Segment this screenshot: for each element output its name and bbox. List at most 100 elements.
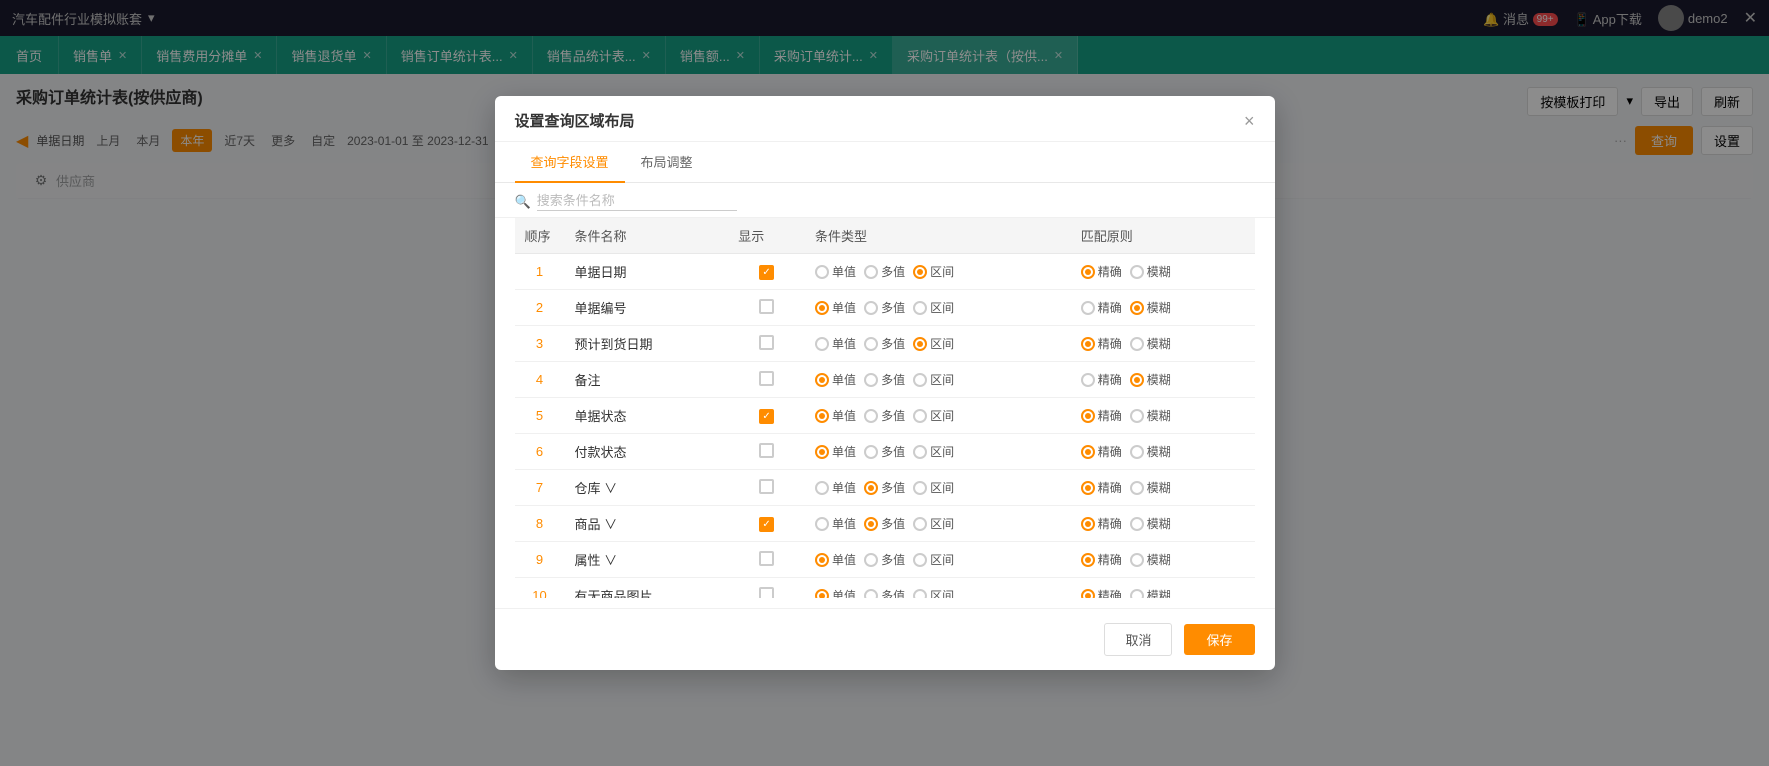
radio-circle xyxy=(864,265,878,279)
match-radio-模糊[interactable]: 模糊 xyxy=(1130,263,1171,280)
display-checkbox[interactable] xyxy=(759,443,774,458)
table-row: 2单据编号单值多值区间精确模糊 xyxy=(515,290,1255,326)
radio-label: 多值 xyxy=(881,515,905,532)
save-btn[interactable]: 保存 xyxy=(1184,624,1254,655)
match-radio-模糊[interactable]: 模糊 xyxy=(1130,407,1171,424)
radio-label: 模糊 xyxy=(1147,551,1171,568)
row-display xyxy=(728,362,805,398)
match-radio-模糊[interactable]: 模糊 xyxy=(1130,515,1171,532)
type-radio-多值[interactable]: 多值 xyxy=(864,587,905,598)
type-radio-多值[interactable]: 多值 xyxy=(864,443,905,460)
type-radio-多值[interactable]: 多值 xyxy=(864,407,905,424)
radio-label: 多值 xyxy=(881,551,905,568)
match-radio-模糊[interactable]: 模糊 xyxy=(1130,443,1171,460)
radio-label: 多值 xyxy=(881,443,905,460)
type-radio-单值[interactable]: 单值 xyxy=(815,371,856,388)
dialog-body: 顺序条件名称显示条件类型匹配原则 1单据日期✓单值多值区间精确模糊2单据编号单值… xyxy=(495,218,1275,608)
match-radio-精确[interactable]: 精确 xyxy=(1081,371,1122,388)
type-radio-单值[interactable]: 单值 xyxy=(815,335,856,352)
type-radio-区间[interactable]: 区间 xyxy=(913,515,954,532)
match-radio-精确[interactable]: 精确 xyxy=(1081,443,1122,460)
display-checkbox[interactable] xyxy=(759,587,774,599)
radio-label: 精确 xyxy=(1098,299,1122,316)
type-radio-区间[interactable]: 区间 xyxy=(913,479,954,496)
type-radio-单值[interactable]: 单值 xyxy=(815,587,856,598)
match-radio-精确[interactable]: 精确 xyxy=(1081,407,1122,424)
match-radio-精确[interactable]: 精确 xyxy=(1081,335,1122,352)
type-radio-单值[interactable]: 单值 xyxy=(815,551,856,568)
match-radio-精确[interactable]: 精确 xyxy=(1081,587,1122,598)
search-input[interactable] xyxy=(537,193,737,211)
type-radio-区间[interactable]: 区间 xyxy=(913,371,954,388)
radio-circle xyxy=(1081,589,1095,599)
type-radio-多值[interactable]: 多值 xyxy=(864,263,905,280)
radio-label: 多值 xyxy=(881,335,905,352)
radio-circle xyxy=(913,445,927,459)
match-radio-精确[interactable]: 精确 xyxy=(1081,479,1122,496)
match-radio-模糊[interactable]: 模糊 xyxy=(1130,299,1171,316)
display-checkbox[interactable]: ✓ xyxy=(759,409,774,424)
type-radio-区间[interactable]: 区间 xyxy=(913,335,954,352)
radio-label: 多值 xyxy=(881,299,905,316)
radio-label: 多值 xyxy=(881,479,905,496)
row-match: 精确模糊 xyxy=(1071,326,1255,362)
row-name: 有无商品图片 xyxy=(565,578,729,599)
match-radio-模糊[interactable]: 模糊 xyxy=(1130,479,1171,496)
match-radio-模糊[interactable]: 模糊 xyxy=(1130,551,1171,568)
match-radio-精确[interactable]: 精确 xyxy=(1081,551,1122,568)
type-radio-单值[interactable]: 单值 xyxy=(815,515,856,532)
radio-circle xyxy=(1081,445,1095,459)
type-radio-单值[interactable]: 单值 xyxy=(815,407,856,424)
row-order: 1 xyxy=(515,254,565,290)
radio-label: 模糊 xyxy=(1147,443,1171,460)
type-radio-多值[interactable]: 多值 xyxy=(864,479,905,496)
match-radio-精确[interactable]: 精确 xyxy=(1081,515,1122,532)
row-name: 备注 xyxy=(565,362,729,398)
type-radio-区间[interactable]: 区间 xyxy=(913,551,954,568)
row-name: 属性 ∨ xyxy=(565,542,729,578)
cancel-btn[interactable]: 取消 xyxy=(1104,623,1172,656)
radio-circle xyxy=(815,481,829,495)
type-radio-多值[interactable]: 多值 xyxy=(864,371,905,388)
type-radio-多值[interactable]: 多值 xyxy=(864,335,905,352)
radio-circle xyxy=(1081,409,1095,423)
display-checkbox[interactable] xyxy=(759,479,774,494)
type-radio-区间[interactable]: 区间 xyxy=(913,263,954,280)
radio-label: 区间 xyxy=(930,407,954,424)
dialog-tab-layout[interactable]: 布局调整 xyxy=(625,142,709,183)
match-radio-模糊[interactable]: 模糊 xyxy=(1130,587,1171,598)
radio-circle xyxy=(1130,517,1144,531)
display-checkbox[interactable] xyxy=(759,551,774,566)
type-radio-单值[interactable]: 单值 xyxy=(815,443,856,460)
type-radio-区间[interactable]: 区间 xyxy=(913,299,954,316)
radio-circle xyxy=(1081,553,1095,567)
display-checkbox[interactable] xyxy=(759,371,774,386)
type-radio-单值[interactable]: 单值 xyxy=(815,299,856,316)
table-row: 9属性 ∨单值多值区间精确模糊 xyxy=(515,542,1255,578)
match-radio-模糊[interactable]: 模糊 xyxy=(1130,335,1171,352)
match-radio-精确[interactable]: 精确 xyxy=(1081,299,1122,316)
type-radio-区间[interactable]: 区间 xyxy=(913,587,954,598)
display-checkbox[interactable] xyxy=(759,299,774,314)
display-checkbox[interactable]: ✓ xyxy=(759,517,774,532)
radio-label: 多值 xyxy=(881,407,905,424)
display-checkbox[interactable] xyxy=(759,335,774,350)
type-radio-多值[interactable]: 多值 xyxy=(864,299,905,316)
radio-circle xyxy=(864,301,878,315)
radio-circle xyxy=(864,553,878,567)
type-radio-多值[interactable]: 多值 xyxy=(864,515,905,532)
type-radio-区间[interactable]: 区间 xyxy=(913,407,954,424)
match-radio-精确[interactable]: 精确 xyxy=(1081,263,1122,280)
dialog-tab-query-fields[interactable]: 查询字段设置 xyxy=(515,142,625,183)
row-match: 精确模糊 xyxy=(1071,398,1255,434)
match-radio-模糊[interactable]: 模糊 xyxy=(1130,371,1171,388)
dialog-close-btn[interactable]: × xyxy=(1244,112,1255,130)
type-radio-区间[interactable]: 区间 xyxy=(913,443,954,460)
type-radio-多值[interactable]: 多值 xyxy=(864,551,905,568)
row-name: 单据状态 xyxy=(565,398,729,434)
display-checkbox[interactable]: ✓ xyxy=(759,265,774,280)
radio-circle xyxy=(913,301,927,315)
type-radio-单值[interactable]: 单值 xyxy=(815,479,856,496)
type-radio-单值[interactable]: 单值 xyxy=(815,263,856,280)
radio-circle xyxy=(864,409,878,423)
